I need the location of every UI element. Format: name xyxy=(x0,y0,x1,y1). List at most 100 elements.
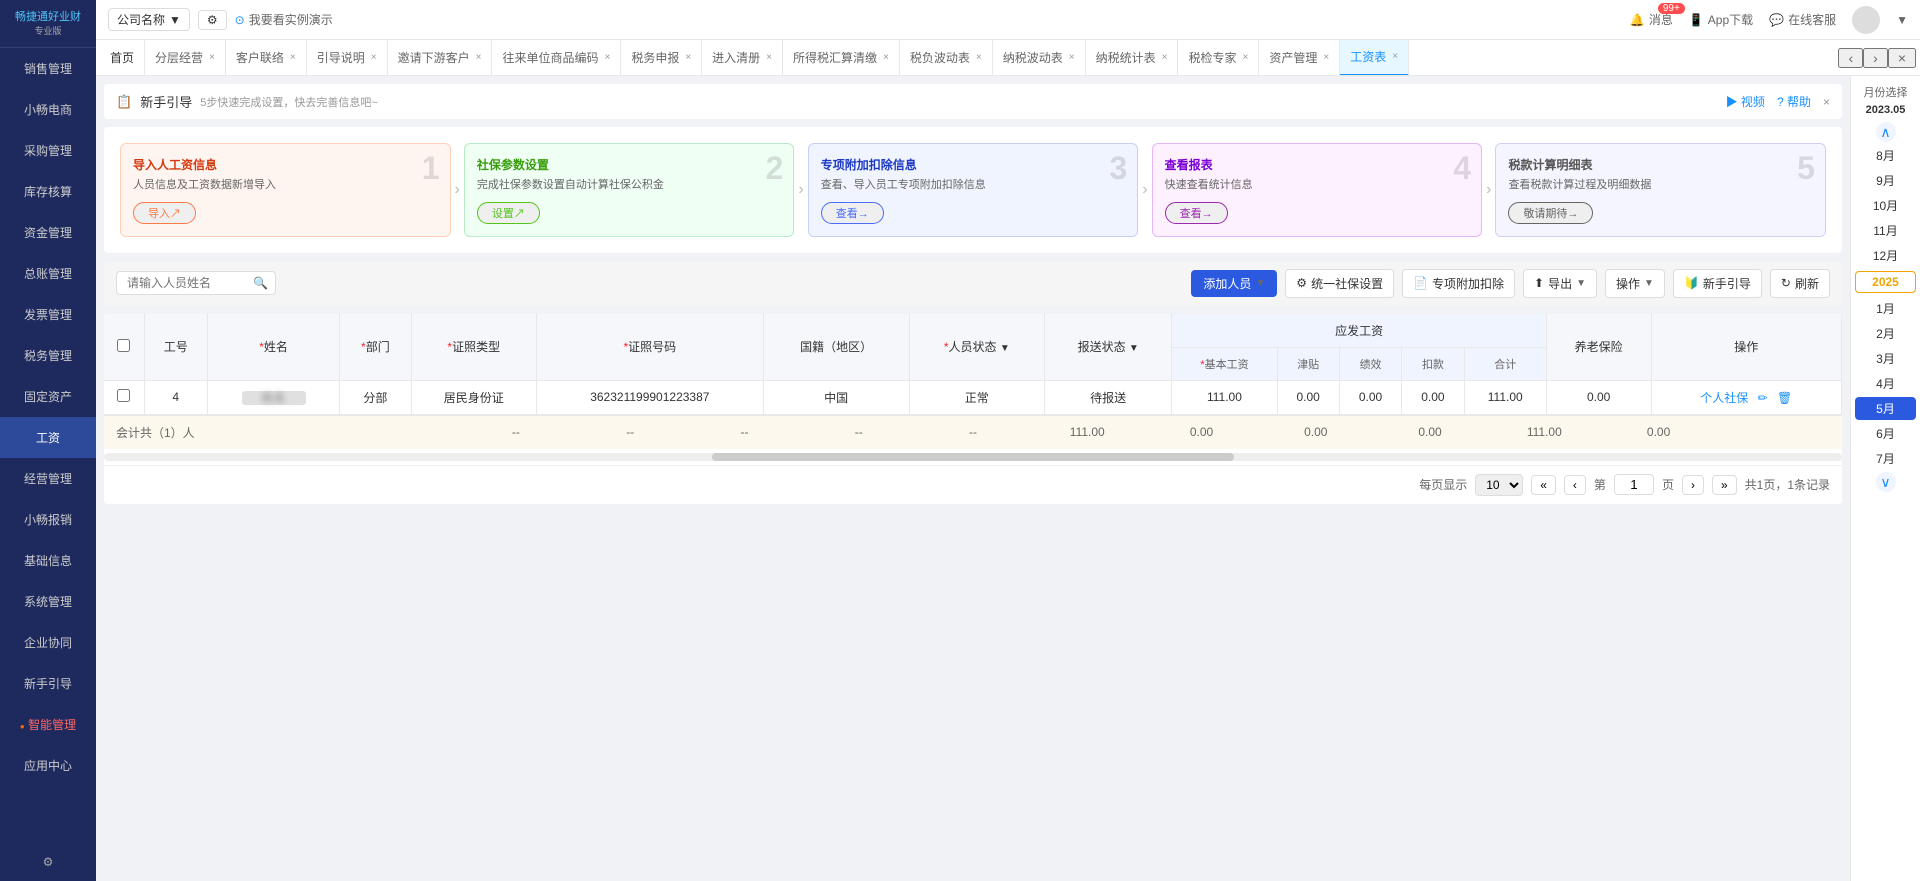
month-item-9[interactable]: 9月 xyxy=(1855,169,1916,192)
sidebar-item-purchase[interactable]: 采购管理 xyxy=(0,130,96,171)
sidebar-item-ledger[interactable]: 总账管理 xyxy=(0,253,96,294)
tab-close-icon[interactable]: × xyxy=(883,52,889,63)
last-page-btn[interactable]: » xyxy=(1712,475,1737,495)
tab-tax-burden[interactable]: 税负波动表 × xyxy=(900,40,993,76)
month-down-btn[interactable]: ∨ xyxy=(1876,472,1896,492)
tab-payroll[interactable]: 工资表 × xyxy=(1340,40,1409,76)
tab-prev-btn[interactable]: ‹ xyxy=(1838,48,1863,68)
sidebar-item-app-center[interactable]: 应用中心 xyxy=(0,745,96,786)
tab-close-icon[interactable]: × xyxy=(1323,52,1329,63)
month-up-btn[interactable]: ∧ xyxy=(1876,122,1896,142)
month-item-4[interactable]: 4月 xyxy=(1855,372,1916,395)
tab-invite[interactable]: 邀请下游客户 × xyxy=(388,40,493,76)
tab-product-code[interactable]: 往来单位商品编码 × xyxy=(492,40,621,76)
month-item-2[interactable]: 2月 xyxy=(1855,322,1916,345)
tab-close-all-btn[interactable]: × xyxy=(1888,48,1916,68)
month-item-8[interactable]: 8月 xyxy=(1855,144,1916,167)
new-guide-btn[interactable]: 🔰 新手引导 xyxy=(1673,269,1762,298)
tab-close-icon[interactable]: × xyxy=(976,52,982,63)
export-btn[interactable]: ⬆ 导出 ▼ xyxy=(1523,269,1597,298)
sidebar-item-payroll[interactable]: 工资 xyxy=(0,417,96,458)
sidebar-settings[interactable]: ⚙ xyxy=(0,843,96,881)
step-5-btn[interactable]: 敬请期待→ xyxy=(1508,202,1593,224)
company-selector[interactable]: 公司名称 ▼ xyxy=(108,8,190,31)
tab-close-icon[interactable]: × xyxy=(1242,52,1248,63)
month-item-11[interactable]: 11月 xyxy=(1855,219,1916,242)
prev-page-btn[interactable]: ‹ xyxy=(1564,475,1586,495)
special-deduction-btn[interactable]: 📄 专项附加扣除 xyxy=(1402,269,1515,298)
demo-btn[interactable]: ⊙ 我要看实例演示 xyxy=(235,11,333,28)
tab-customer[interactable]: 客户联络 × xyxy=(226,40,307,76)
notification-btn[interactable]: 🔔 消息 99+ xyxy=(1630,11,1673,28)
select-all-checkbox[interactable] xyxy=(117,339,130,352)
sidebar-item-system[interactable]: 系统管理 xyxy=(0,581,96,622)
tab-close-icon[interactable]: × xyxy=(766,52,772,63)
tab-guide-desc[interactable]: 引导说明 × xyxy=(307,40,388,76)
horizontal-scrollbar[interactable] xyxy=(104,453,1842,461)
sidebar-item-inventory[interactable]: 库存核算 xyxy=(0,171,96,212)
guide-help-btn[interactable]: ? 帮助 xyxy=(1777,93,1811,110)
page-number-input[interactable] xyxy=(1614,474,1654,495)
sidebar-item-sales[interactable]: 销售管理 xyxy=(0,48,96,89)
sidebar-item-collab[interactable]: 企业协同 xyxy=(0,622,96,663)
month-item-6[interactable]: 6月 xyxy=(1855,422,1916,445)
tab-income-tax[interactable]: 所得税汇算清缴 × xyxy=(783,40,900,76)
tab-close-icon[interactable]: × xyxy=(1392,51,1398,62)
tab-close-icon[interactable]: × xyxy=(476,52,482,63)
month-item-1[interactable]: 1月 xyxy=(1855,297,1916,320)
search-icon[interactable]: 🔍 xyxy=(253,276,268,290)
add-person-btn[interactable]: 添加人员 ▼ xyxy=(1191,270,1277,297)
row-checkbox[interactable] xyxy=(117,389,130,402)
month-item-3[interactable]: 3月 xyxy=(1855,347,1916,370)
sidebar-item-tax[interactable]: 税务管理 xyxy=(0,335,96,376)
month-item-5-active[interactable]: 5月 xyxy=(1855,397,1916,420)
sidebar-item-fixed-assets[interactable]: 固定资产 xyxy=(0,376,96,417)
step-4-btn[interactable]: 查看→ xyxy=(1165,202,1228,224)
search-input[interactable] xyxy=(116,271,276,295)
operation-btn[interactable]: 操作 ▼ xyxy=(1605,269,1665,298)
tab-clearance[interactable]: 进入清册 × xyxy=(702,40,783,76)
tab-tax-stats[interactable]: 纳税统计表 × xyxy=(1086,40,1179,76)
guide-close-btn[interactable]: × xyxy=(1823,95,1830,109)
sidebar-item-operations[interactable]: 经营管理 xyxy=(0,458,96,499)
delete-icon[interactable]: 🗑 xyxy=(1777,391,1792,405)
tab-tax-expert[interactable]: 税检专家 × xyxy=(1178,40,1259,76)
tab-close-icon[interactable]: × xyxy=(685,52,691,63)
online-service-btn[interactable]: 💬 在线客服 xyxy=(1769,11,1836,28)
tab-close-icon[interactable]: × xyxy=(1162,52,1168,63)
tab-tax-report[interactable]: 税务申报 × xyxy=(621,40,702,76)
sidebar-item-invoice[interactable]: 发票管理 xyxy=(0,294,96,335)
tab-layered-ops[interactable]: 分层经营 × xyxy=(145,40,226,76)
user-menu[interactable]: ▼ xyxy=(1896,13,1908,27)
next-page-btn[interactable]: › xyxy=(1682,475,1704,495)
page-size-select[interactable]: 10 xyxy=(1475,474,1523,496)
sidebar-item-expense[interactable]: 小畅报销 xyxy=(0,499,96,540)
month-item-10[interactable]: 10月 xyxy=(1855,194,1916,217)
tab-close-icon[interactable]: × xyxy=(290,52,296,63)
sidebar-item-ai[interactable]: ● 智能管理 xyxy=(0,704,96,745)
sidebar-item-guide[interactable]: 新手引导 xyxy=(0,663,96,704)
month-item-12[interactable]: 12月 xyxy=(1855,244,1916,267)
guide-video-btn[interactable]: ▶ 视频 xyxy=(1726,93,1765,110)
tab-tax-fluctuation[interactable]: 纳税波动表 × xyxy=(993,40,1086,76)
tab-asset-mgmt[interactable]: 资产管理 × xyxy=(1259,40,1340,76)
first-page-btn[interactable]: « xyxy=(1531,475,1556,495)
app-download-btn[interactable]: 📱 App下载 xyxy=(1689,11,1753,28)
user-avatar[interactable] xyxy=(1852,6,1880,34)
sidebar-item-ecommerce[interactable]: 小畅电商 xyxy=(0,89,96,130)
social-security-btn[interactable]: ⚙ 统一社保设置 xyxy=(1285,269,1394,298)
edit-icon[interactable]: ✏ xyxy=(1758,391,1768,405)
step-1-btn[interactable]: 导入↗ xyxy=(133,202,196,224)
step-3-btn[interactable]: 查看→ xyxy=(821,202,884,224)
refresh-btn[interactable]: ↻ 刷新 xyxy=(1770,269,1830,298)
settings-btn[interactable]: ⚙ xyxy=(198,10,227,30)
tab-close-icon[interactable]: × xyxy=(604,52,610,63)
tab-close-icon[interactable]: × xyxy=(209,52,215,63)
sidebar-item-finance[interactable]: 资金管理 xyxy=(0,212,96,253)
personal-insurance-link[interactable]: 个人社保 xyxy=(1700,391,1748,405)
tab-close-icon[interactable]: × xyxy=(1069,52,1075,63)
tab-next-btn[interactable]: › xyxy=(1863,48,1888,68)
step-2-btn[interactable]: 设置↗ xyxy=(477,202,540,224)
tab-close-icon[interactable]: × xyxy=(371,52,377,63)
sidebar-item-base-info[interactable]: 基础信息 xyxy=(0,540,96,581)
